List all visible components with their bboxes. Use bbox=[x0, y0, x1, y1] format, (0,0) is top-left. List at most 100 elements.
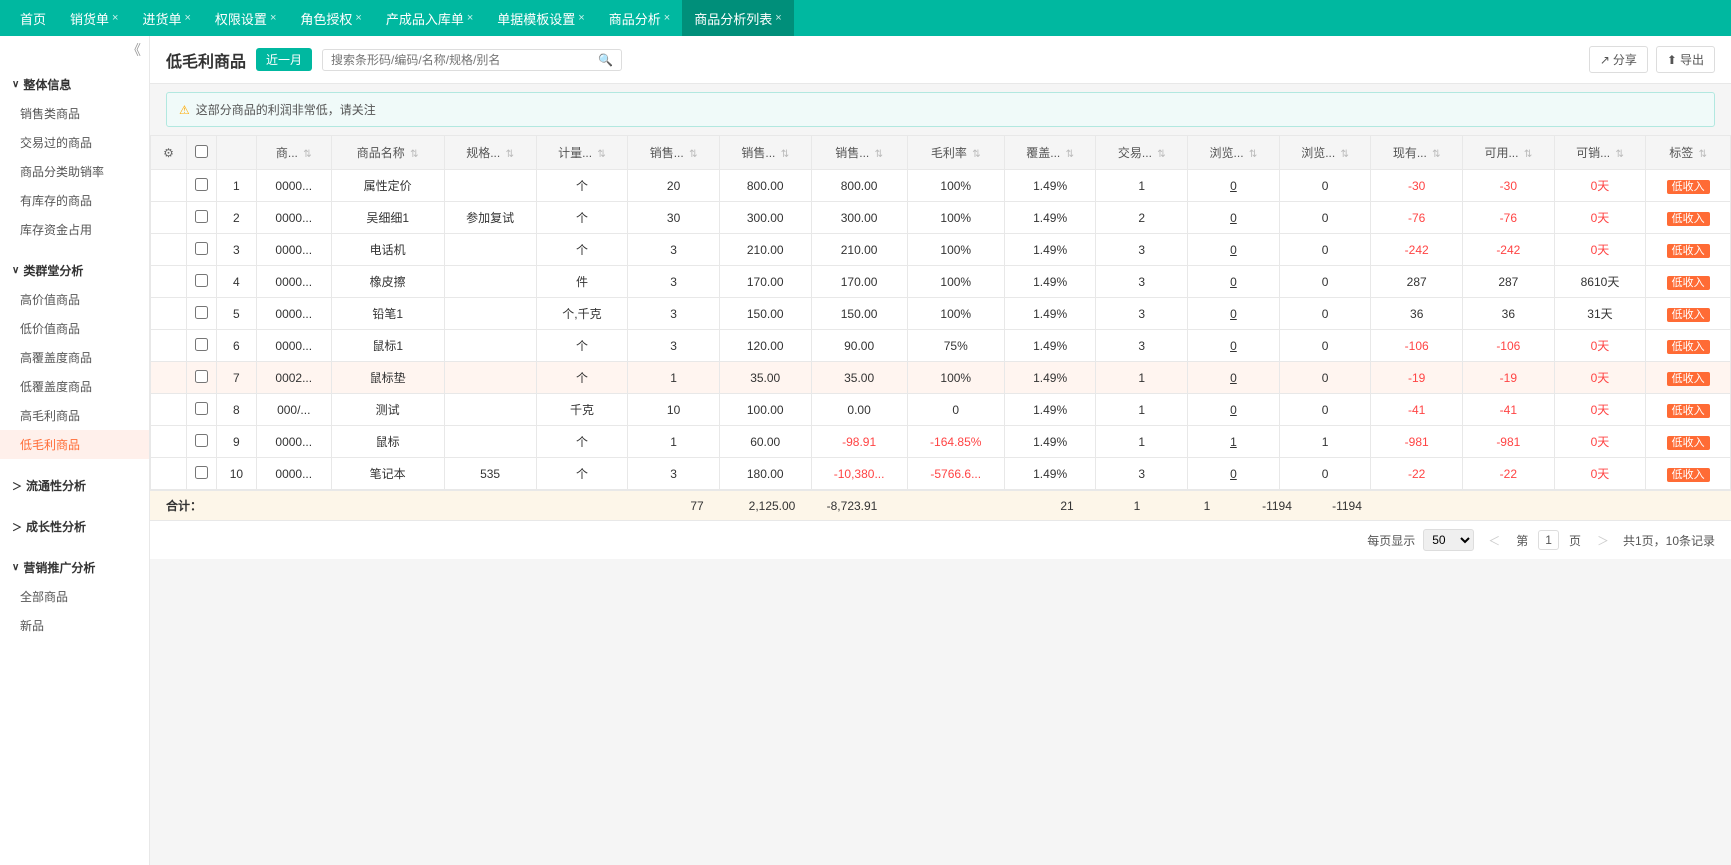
row-browse1[interactable]: 0 bbox=[1188, 298, 1280, 330]
th-sellable[interactable]: 可销... ⇅ bbox=[1554, 136, 1646, 170]
row-browse1[interactable]: 0 bbox=[1188, 266, 1280, 298]
row-checkbox-cell[interactable] bbox=[187, 330, 217, 362]
th-spec[interactable]: 规格... ⇅ bbox=[444, 136, 536, 170]
row-browse1[interactable]: 0 bbox=[1188, 362, 1280, 394]
page-label: 第 bbox=[1510, 530, 1534, 551]
sidebar-item-category-rate[interactable]: 商品分类助销率 bbox=[0, 157, 149, 186]
th-browse2[interactable]: 浏览... ⇅ bbox=[1279, 136, 1371, 170]
sidebar-item-low-value[interactable]: 低价值商品 bbox=[0, 314, 149, 343]
nav-home[interactable]: 首页 bbox=[8, 0, 58, 36]
row-browse1[interactable]: 0 bbox=[1188, 394, 1280, 426]
sidebar-item-sales-goods[interactable]: 销售类商品 bbox=[0, 99, 149, 128]
nav-purchase[interactable]: 进货单 × bbox=[130, 0, 202, 36]
th-current-stock[interactable]: 现有... ⇅ bbox=[1371, 136, 1463, 170]
row-checkbox[interactable] bbox=[195, 402, 208, 415]
th-checkbox[interactable] bbox=[187, 136, 217, 170]
row-browse1[interactable]: 0 bbox=[1188, 458, 1280, 490]
th-sales-qty[interactable]: 销售... ⇅ bbox=[628, 136, 720, 170]
row-margin-rate: 100% bbox=[907, 170, 1004, 202]
sidebar-item-low-margin[interactable]: 低毛利商品 bbox=[0, 430, 149, 459]
th-sales-price[interactable]: 销售... ⇅ bbox=[719, 136, 811, 170]
th-browse1[interactable]: 浏览... ⇅ bbox=[1188, 136, 1280, 170]
search-input[interactable] bbox=[331, 53, 594, 67]
sidebar-item-high-margin[interactable]: 高毛利商品 bbox=[0, 401, 149, 430]
row-checkbox-cell[interactable] bbox=[187, 234, 217, 266]
row-checkbox-cell[interactable] bbox=[187, 394, 217, 426]
row-checkbox[interactable] bbox=[195, 306, 208, 319]
total-browse2: 1 bbox=[1172, 499, 1242, 513]
row-checkbox-cell[interactable] bbox=[187, 458, 217, 490]
th-code[interactable]: 商... ⇅ bbox=[256, 136, 331, 170]
sidebar-section-marketing-title[interactable]: ∨ 营销推广分析 bbox=[0, 553, 149, 582]
row-browse1[interactable]: 0 bbox=[1188, 234, 1280, 266]
th-available[interactable]: 可用... ⇅ bbox=[1463, 136, 1555, 170]
row-checkbox[interactable] bbox=[195, 274, 208, 287]
th-unit[interactable]: 计量... ⇅ bbox=[536, 136, 628, 170]
row-checkbox[interactable] bbox=[195, 338, 208, 351]
prev-page-button[interactable]: ＜ bbox=[1482, 530, 1506, 551]
th-sales-profit[interactable]: 销售... ⇅ bbox=[811, 136, 907, 170]
row-browse1[interactable]: 0 bbox=[1188, 170, 1280, 202]
th-name[interactable]: 商品名称 ⇅ bbox=[331, 136, 444, 170]
sidebar-item-traded-goods[interactable]: 交易过的商品 bbox=[0, 128, 149, 157]
row-checkbox[interactable] bbox=[195, 466, 208, 479]
nav-close-product-analysis[interactable]: × bbox=[664, 12, 670, 24]
export-button[interactable]: ⬆ 导出 bbox=[1656, 46, 1715, 73]
row-checkbox[interactable] bbox=[195, 434, 208, 447]
sidebar-item-stock-goods[interactable]: 有库存的商品 bbox=[0, 186, 149, 215]
sidebar-item-all-goods[interactable]: 全部商品 bbox=[0, 582, 149, 611]
sidebar-item-high-value[interactable]: 高价值商品 bbox=[0, 285, 149, 314]
sidebar-section-circulation-title[interactable]: ＞ 流通性分析 bbox=[0, 471, 149, 500]
share-button[interactable]: ↗ 分享 bbox=[1589, 46, 1648, 73]
nav-template[interactable]: 单据模板设置 × bbox=[485, 0, 596, 36]
nav-close-role[interactable]: × bbox=[355, 12, 361, 24]
sidebar-section-overall-title[interactable]: ∨ 整体信息 bbox=[0, 70, 149, 99]
row-browse1[interactable]: 1 bbox=[1188, 426, 1280, 458]
row-checkbox-cell[interactable] bbox=[187, 426, 217, 458]
nav-role[interactable]: 角色授权 × bbox=[288, 0, 373, 36]
row-checkbox-cell[interactable] bbox=[187, 298, 217, 330]
sidebar-item-low-coverage[interactable]: 低覆盖度商品 bbox=[0, 372, 149, 401]
row-checkbox-cell[interactable] bbox=[187, 170, 217, 202]
search-icon[interactable]: 🔍 bbox=[598, 53, 613, 67]
nav-product-analysis-list[interactable]: 商品分析列表 × bbox=[682, 0, 793, 36]
sidebar-section-growth-title[interactable]: ＞ 成长性分析 bbox=[0, 512, 149, 541]
sidebar-section-cluster-title[interactable]: ∨ 类群堂分析 bbox=[0, 256, 149, 285]
table-wrapper[interactable]: ⚙ 商... ⇅ 商品名称 ⇅ 规格... ⇅ 计量... ⇅ 销售... ⇅ … bbox=[150, 135, 1731, 490]
th-transaction[interactable]: 交易... ⇅ bbox=[1096, 136, 1188, 170]
row-checkbox[interactable] bbox=[195, 242, 208, 255]
row-browse1[interactable]: 0 bbox=[1188, 330, 1280, 362]
nav-close-product-analysis-list[interactable]: × bbox=[775, 12, 781, 24]
nav-close-sales[interactable]: × bbox=[112, 12, 118, 24]
row-checkbox[interactable] bbox=[195, 178, 208, 191]
row-browse1[interactable]: 0 bbox=[1188, 202, 1280, 234]
row-unit: 个 bbox=[536, 170, 628, 202]
row-checkbox-cell[interactable] bbox=[187, 362, 217, 394]
th-settings[interactable]: ⚙ bbox=[151, 136, 187, 170]
sidebar-item-new-goods[interactable]: 新品 bbox=[0, 611, 149, 640]
sidebar-collapse-button[interactable]: 《 bbox=[0, 36, 149, 64]
nav-sales[interactable]: 销货单 × bbox=[58, 0, 130, 36]
nav-close-purchase[interactable]: × bbox=[184, 12, 190, 24]
nav-product-entry[interactable]: 产成品入库单 × bbox=[374, 0, 485, 36]
th-margin-rate[interactable]: 毛利率 ⇅ bbox=[907, 136, 1004, 170]
select-all-checkbox[interactable] bbox=[195, 145, 208, 158]
th-tag[interactable]: 标签 ⇅ bbox=[1646, 136, 1731, 170]
nav-close-product-entry[interactable]: × bbox=[467, 12, 473, 24]
nav-permission[interactable]: 权限设置 × bbox=[203, 0, 288, 36]
nav-product-analysis[interactable]: 商品分析 × bbox=[597, 0, 682, 36]
per-page-select[interactable]: 50 100 200 bbox=[1423, 529, 1474, 551]
search-box[interactable]: 🔍 bbox=[322, 49, 622, 71]
th-coverage[interactable]: 覆盖... ⇅ bbox=[1004, 136, 1096, 170]
sidebar-item-high-coverage[interactable]: 高覆盖度商品 bbox=[0, 343, 149, 372]
period-button[interactable]: 近一月 bbox=[256, 48, 312, 71]
row-checkbox[interactable] bbox=[195, 370, 208, 383]
row-current-stock: -41 bbox=[1371, 394, 1463, 426]
row-checkbox-cell[interactable] bbox=[187, 266, 217, 298]
row-checkbox-cell[interactable] bbox=[187, 202, 217, 234]
nav-close-permission[interactable]: × bbox=[270, 12, 276, 24]
sidebar-item-stock-capital[interactable]: 库存资金占用 bbox=[0, 215, 149, 244]
nav-close-template[interactable]: × bbox=[578, 12, 584, 24]
row-checkbox[interactable] bbox=[195, 210, 208, 223]
next-page-button[interactable]: ＞ bbox=[1591, 530, 1615, 551]
